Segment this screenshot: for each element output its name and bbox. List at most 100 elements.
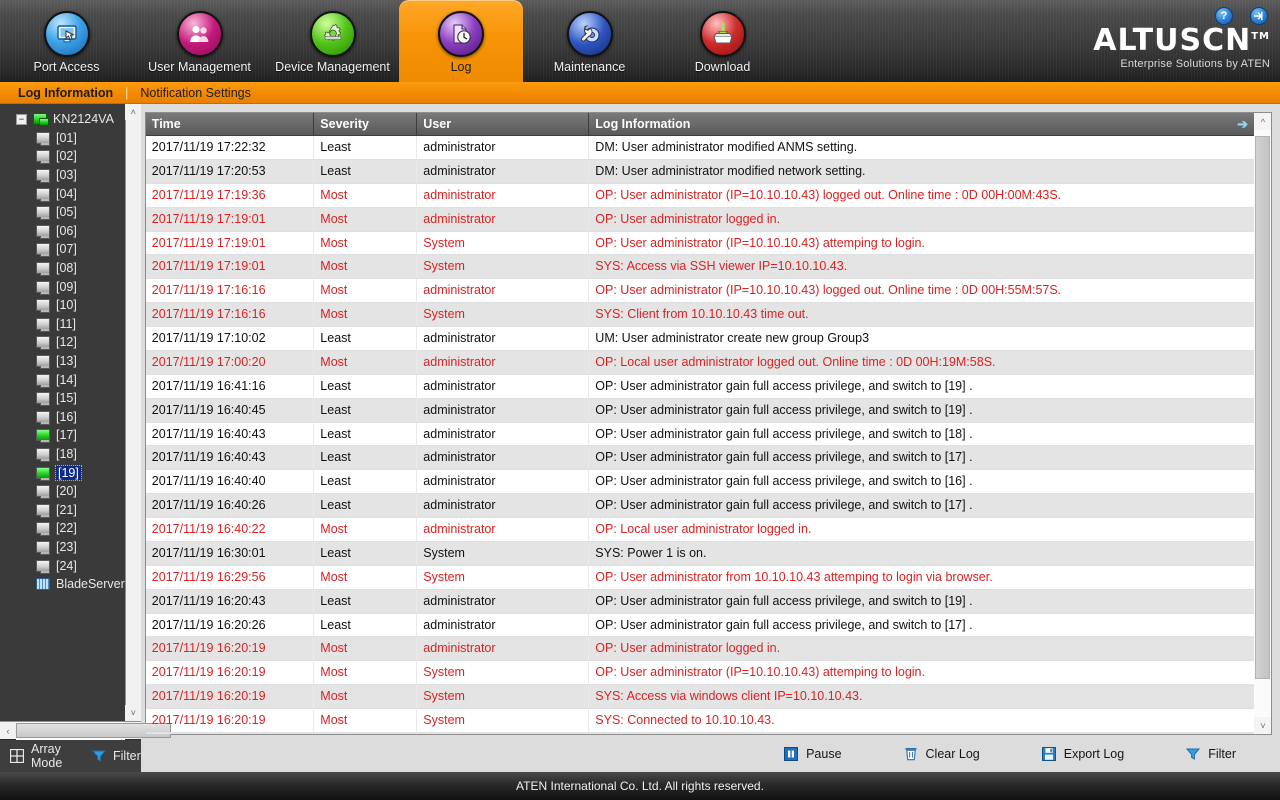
tree-row-port[interactable]: [07] bbox=[6, 240, 125, 259]
table-row[interactable]: 2017/11/19 16:40:40 Least administrator OP:… bbox=[145, 469, 1254, 495]
nav-item-download[interactable]: Download bbox=[656, 0, 789, 82]
tree-row-port[interactable]: [18] bbox=[6, 445, 125, 464]
footer: ATEN International Co. Ltd. All rights r… bbox=[0, 772, 1280, 800]
cell-user: System bbox=[416, 254, 590, 280]
cell-user: administrator bbox=[416, 422, 590, 447]
cell-log-information: OP: User administrator (IP=10.10.10.43) … bbox=[588, 231, 1254, 256]
cell-time: 2017/11/19 16:20:19 bbox=[145, 636, 315, 662]
column-header-time[interactable]: Time bbox=[145, 113, 315, 136]
tree-row-port[interactable]: [03] bbox=[6, 166, 125, 185]
table-row[interactable]: 2017/11/19 16:19:26MostSystemSYS: FIPS D… bbox=[145, 732, 1254, 734]
table-row[interactable]: 2017/11/19 17:19:01 Most administrator OP: … bbox=[145, 207, 1254, 232]
column-header-log-information[interactable]: Log Information ➔ bbox=[588, 113, 1254, 136]
scroll-up-icon[interactable]: ˄ bbox=[125, 104, 141, 120]
sidebar-vertical-scrollbar[interactable]: ˄ ˅ bbox=[124, 104, 141, 721]
tree-row-port[interactable]: [09] bbox=[6, 277, 125, 296]
tree-row-port[interactable]: [06] bbox=[6, 222, 125, 241]
tree-port-label: [05] bbox=[56, 205, 77, 220]
tree-row-port[interactable]: [23] bbox=[6, 538, 125, 557]
pause-button[interactable]: Pause bbox=[784, 746, 842, 761]
tree-row-port[interactable]: [20] bbox=[6, 482, 125, 501]
table-row[interactable]: 2017/11/19 16:20:26 Least administrator OP:… bbox=[145, 613, 1254, 638]
tree-port-label: [09] bbox=[56, 279, 77, 294]
table-row[interactable]: 2017/11/19 16:40:43 Least administrator OP:… bbox=[145, 422, 1254, 447]
arrow-right-icon[interactable]: ➔ bbox=[1237, 118, 1248, 131]
nav-item-device-management[interactable]: Device Management bbox=[266, 0, 399, 82]
tree-row-port[interactable]: [15] bbox=[6, 389, 125, 408]
table-row[interactable]: 2017/11/19 16:40:22 Most administrator OP: … bbox=[145, 517, 1254, 542]
table-row[interactable]: 2017/11/19 16:20:19 Most administrator OP: … bbox=[145, 636, 1254, 662]
table-row[interactable]: 2017/11/19 16:40:45 Least administrator OP:… bbox=[145, 398, 1254, 423]
nav-item-user-management[interactable]: User Management bbox=[133, 0, 266, 82]
logout-icon[interactable] bbox=[1250, 7, 1268, 25]
subnav-item-notification-settings[interactable]: Notification Settings bbox=[140, 86, 250, 100]
table-row[interactable]: 2017/11/19 17:00:20 Most administrator OP: … bbox=[145, 350, 1254, 375]
tree-row-port[interactable]: [21] bbox=[6, 500, 125, 519]
table-row[interactable]: 2017/11/19 16:20:19 Most System SYS: Connec… bbox=[145, 708, 1254, 733]
clear-log-button[interactable]: Clear Log bbox=[904, 747, 980, 761]
table-row[interactable]: 2017/11/19 16:40:26 Least administrator OP:… bbox=[145, 493, 1254, 518]
tree-row-port[interactable]: [14] bbox=[6, 370, 125, 389]
sidebar-horizontal-scrollbar[interactable]: ‹ › bbox=[0, 721, 171, 740]
cell-time: 2017/11/19 16:20:19 bbox=[145, 684, 315, 709]
tree-row-port[interactable]: [10] bbox=[6, 296, 125, 315]
scroll-left-icon[interactable]: ‹ bbox=[0, 721, 16, 740]
table-row[interactable]: 2017/11/19 17:19:01 Most System SYS: Access… bbox=[145, 254, 1254, 280]
tree-row-port[interactable]: [01] bbox=[6, 129, 125, 148]
table-row[interactable]: 2017/11/19 17:19:01 Most System OP: User ad… bbox=[145, 231, 1254, 256]
cell-user: administrator bbox=[416, 326, 590, 351]
tree-row-port[interactable]: [17] bbox=[6, 426, 125, 445]
tree-row-port[interactable]: BladeServer bbox=[6, 575, 125, 594]
tree-row-port[interactable]: [05] bbox=[6, 203, 125, 222]
log-vertical-scrollbar[interactable]: ^ ˅ bbox=[1253, 113, 1271, 734]
cell-user: System bbox=[416, 732, 590, 734]
tree-port-label: [16] bbox=[56, 409, 77, 424]
table-row[interactable]: 2017/11/19 16:40:43 Least administrator OP:… bbox=[145, 445, 1254, 471]
array-mode-button[interactable]: Array Mode bbox=[10, 742, 70, 770]
table-row[interactable]: 2017/11/19 17:16:16 Most administrator OP: … bbox=[145, 278, 1254, 304]
tree-row-root[interactable]: − KN2124VA bbox=[6, 110, 125, 129]
table-row[interactable]: 2017/11/19 16:20:43 Least administrator OP:… bbox=[145, 589, 1254, 614]
collapse-expander[interactable]: − bbox=[16, 113, 27, 125]
table-row[interactable]: 2017/11/19 16:30:01 Least System SYS: Power… bbox=[145, 541, 1254, 566]
table-row[interactable]: 2017/11/19 16:20:19 Most System OP: User ad… bbox=[145, 660, 1254, 686]
table-row[interactable]: 2017/11/19 16:29:56 Most System OP: User ad… bbox=[145, 565, 1254, 590]
monitor-offline-icon bbox=[36, 336, 50, 351]
column-header-severity[interactable]: Severity bbox=[313, 113, 418, 136]
table-row[interactable]: 2017/11/19 17:20:53 Least administrator DM:… bbox=[145, 159, 1254, 184]
app-header: Port Access User Management Device Manag… bbox=[0, 0, 1280, 82]
tree-row-port[interactable]: [02] bbox=[6, 147, 125, 166]
log-scroll-up-icon[interactable]: ^ bbox=[1254, 113, 1271, 130]
tree-row-port[interactable]: [16] bbox=[6, 408, 125, 427]
tree-row-port[interactable]: [13] bbox=[6, 352, 125, 371]
hscroll-track[interactable] bbox=[16, 721, 171, 740]
tree-port-label: [11] bbox=[56, 316, 76, 331]
monitor-offline-icon bbox=[36, 224, 50, 239]
log-vscroll-track[interactable] bbox=[1254, 130, 1271, 717]
tree-row-port[interactable]: [04] bbox=[6, 184, 125, 203]
tree-row-port[interactable]: [19] bbox=[6, 463, 125, 482]
table-row[interactable]: 2017/11/19 16:41:16 Least administrator OP:… bbox=[145, 374, 1254, 399]
nav-item-port-access[interactable]: Port Access bbox=[0, 0, 133, 82]
filter-button[interactable]: Filter bbox=[1186, 747, 1236, 761]
log-vscroll-thumb[interactable] bbox=[1255, 136, 1271, 679]
table-row[interactable]: 2017/11/19 17:19:36 Most administrator OP: … bbox=[145, 183, 1254, 208]
table-row[interactable]: 2017/11/19 17:22:32 Least administrator DM:… bbox=[145, 135, 1254, 160]
table-row[interactable]: 2017/11/19 17:16:16 Most System SYS: Client… bbox=[145, 302, 1254, 327]
table-row[interactable]: 2017/11/19 17:10:02 Least administrator UM:… bbox=[145, 326, 1254, 351]
tree-row-port[interactable]: [22] bbox=[6, 519, 125, 538]
log-scroll-down-icon[interactable]: ˅ bbox=[1254, 717, 1271, 734]
subnav-item-log-information[interactable]: Log Information bbox=[18, 86, 113, 100]
cell-severity: Most bbox=[313, 708, 418, 733]
table-row[interactable]: 2017/11/19 16:20:19 Most System SYS: Access… bbox=[145, 684, 1254, 709]
tree-row-port[interactable]: [12] bbox=[6, 333, 125, 352]
tree-row-port[interactable]: [24] bbox=[6, 556, 125, 575]
nav-item-maintenance[interactable]: Maintenance bbox=[523, 0, 656, 82]
tree-row-port[interactable]: [08] bbox=[6, 259, 125, 278]
export-log-button[interactable]: Export Log bbox=[1041, 746, 1124, 761]
nav-item-log[interactable]: Log bbox=[399, 0, 523, 82]
sidebar-filter-button[interactable]: Filter bbox=[92, 749, 141, 763]
column-header-user[interactable]: User bbox=[416, 113, 590, 136]
tree-row-port[interactable]: [11] bbox=[6, 315, 125, 334]
scroll-down-icon[interactable]: ˅ bbox=[125, 705, 141, 721]
